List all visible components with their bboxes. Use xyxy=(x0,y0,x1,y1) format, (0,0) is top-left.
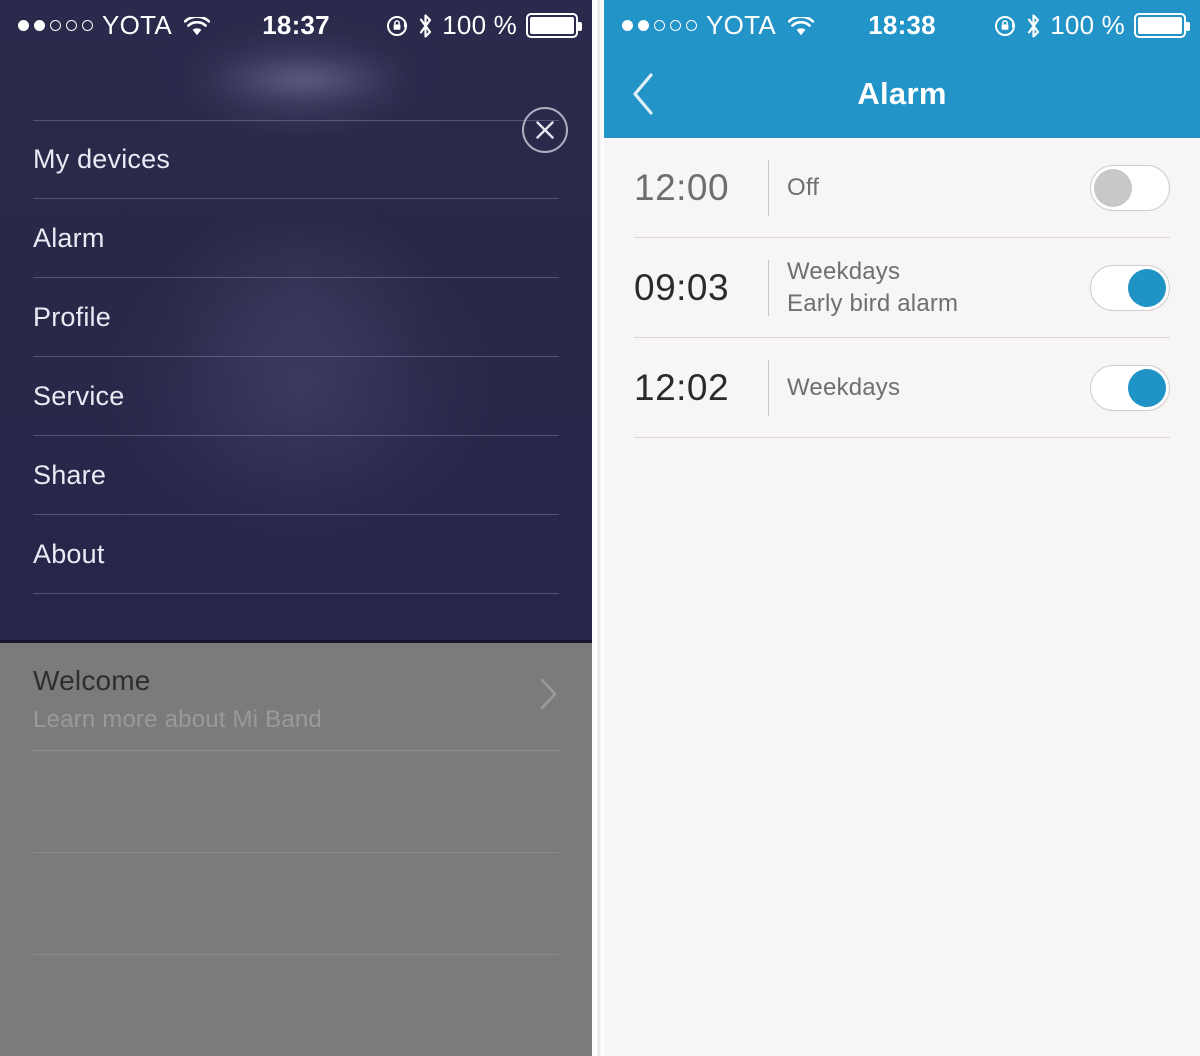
alarm-repeat: Weekdays xyxy=(787,373,901,401)
alarm-meta: Weekdays Early bird alarm xyxy=(787,257,958,319)
alarm-repeat: Weekdays xyxy=(787,257,901,285)
toggle-knob xyxy=(1128,368,1166,407)
drawer-header xyxy=(0,50,592,153)
welcome-title: Welcome xyxy=(33,665,151,696)
menu-item-alarm[interactable]: Alarm xyxy=(33,199,559,278)
alarm-navbar: Alarm xyxy=(604,50,1200,138)
status-bar-clock: 18:37 xyxy=(262,9,330,40)
right-phone-screen: YOTA 18:38 100 % Alarm 12:00 Off 09:03 W… xyxy=(604,0,1200,1056)
menu-item-profile[interactable]: Profile xyxy=(33,278,559,357)
rotation-lock-icon xyxy=(386,14,408,36)
background-list-spacer-1 xyxy=(0,751,592,852)
background-divider-2 xyxy=(33,954,559,955)
alarm-time: 12:00 xyxy=(634,166,730,208)
chevron-left-icon[interactable] xyxy=(622,70,664,118)
right-status-bar: YOTA 18:38 100 % xyxy=(604,0,1200,50)
menu-item-service[interactable]: Service xyxy=(33,357,559,436)
alarm-divider xyxy=(768,359,769,416)
menu-item-label: My devices xyxy=(33,144,171,174)
menu-item-label: Share xyxy=(33,459,107,490)
menu-item-my-devices[interactable]: My devices xyxy=(33,120,559,199)
left-status-bar: YOTA 18:37 100 % xyxy=(0,0,592,50)
alarm-toggle[interactable] xyxy=(1090,264,1170,311)
chevron-right-icon xyxy=(539,677,559,711)
alarm-row[interactable]: 12:00 Off xyxy=(634,138,1170,238)
alarm-label: Early bird alarm xyxy=(787,290,959,317)
screen-separator xyxy=(592,0,604,1056)
account-name-blurred xyxy=(216,58,392,100)
dual-screenshot: Welcome Learn more about Mi Band YOTA 18… xyxy=(0,0,1200,1056)
alarm-time: 12:02 xyxy=(634,366,730,408)
battery-full-icon xyxy=(526,12,582,38)
welcome-list-item[interactable]: Welcome Learn more about Mi Band xyxy=(33,643,559,751)
toggle-knob xyxy=(1128,268,1166,307)
alarm-divider xyxy=(768,159,769,216)
alarm-meta: Off xyxy=(787,173,819,202)
battery-full-icon xyxy=(1134,12,1190,38)
bluetooth-icon xyxy=(1025,13,1041,38)
alarm-time: 09:03 xyxy=(634,266,730,308)
alarm-repeat: Off xyxy=(787,173,820,201)
menu-item-label: Profile xyxy=(33,301,111,332)
alarm-toggle[interactable] xyxy=(1090,364,1170,411)
alarm-meta: Weekdays xyxy=(787,373,900,402)
page-title: Alarm xyxy=(857,76,947,111)
status-bar-clock: 18:38 xyxy=(868,9,936,40)
alarm-divider xyxy=(768,259,769,316)
menu-item-label: Alarm xyxy=(33,222,105,253)
bluetooth-icon xyxy=(417,13,433,38)
side-drawer-overlay: YOTA 18:37 100 % My devices Alarm Profil… xyxy=(0,0,592,643)
alarm-row[interactable]: 12:02 Weekdays xyxy=(634,338,1170,438)
left-phone-screen: Welcome Learn more about Mi Band YOTA 18… xyxy=(0,0,592,1056)
menu-item-share[interactable]: Share xyxy=(33,436,559,515)
menu-item-label: Service xyxy=(33,380,125,411)
alarm-list: 12:00 Off 09:03 Weekdays Early bird alar… xyxy=(604,138,1200,438)
alarm-row[interactable]: 09:03 Weekdays Early bird alarm xyxy=(634,238,1170,338)
alarm-toggle[interactable] xyxy=(1090,164,1170,211)
drawer-menu: My devices Alarm Profile Service Share A… xyxy=(0,120,592,594)
rotation-lock-icon xyxy=(994,14,1016,36)
menu-item-label: About xyxy=(33,538,105,569)
toggle-knob xyxy=(1094,168,1132,207)
menu-item-about[interactable]: About xyxy=(33,515,559,594)
welcome-subtitle: Learn more about Mi Band xyxy=(33,706,322,733)
background-list-spacer-2 xyxy=(0,853,592,954)
background-page: Welcome Learn more about Mi Band xyxy=(0,643,592,1056)
